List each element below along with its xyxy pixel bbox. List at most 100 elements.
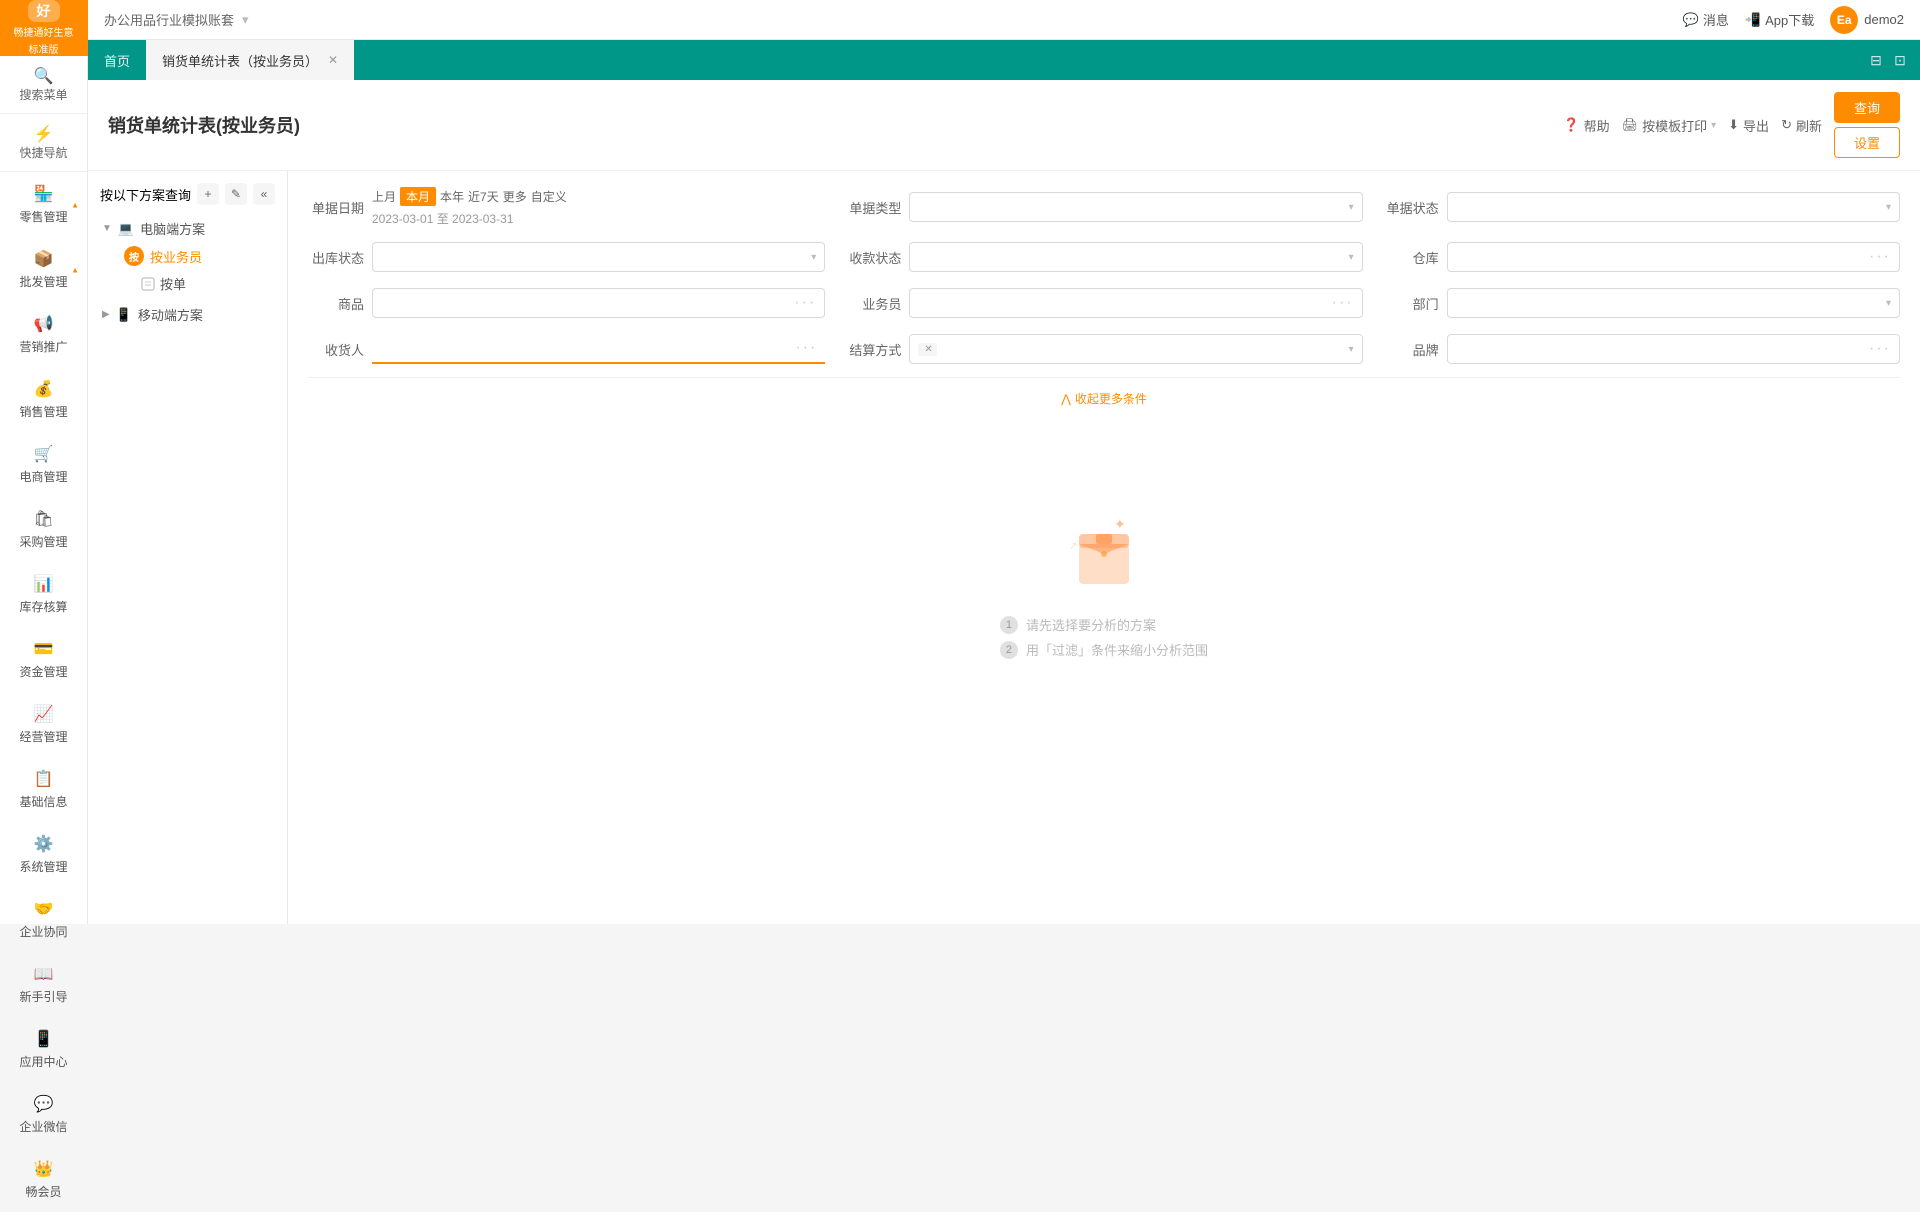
sidebar-item-inventory[interactable]: 📊 库存核算 [0, 562, 87, 627]
collapse-bar[interactable]: ⋀ 收起更多条件 [308, 377, 1900, 419]
operations-label: 经营管理 [19, 728, 67, 745]
enterprise-wechat-label: 企业微信 [19, 1118, 67, 1135]
filter-payment-method: 结算方式 ✕ ▾ [845, 333, 1362, 365]
svg-text:✦: ✦ [1114, 516, 1126, 532]
sidebar-item-enterprise[interactable]: 🤝 企业协同 [0, 887, 87, 952]
minimize-btn[interactable]: ⊟ [1868, 52, 1884, 68]
app-center-icon: 📱 [34, 1029, 54, 1049]
export-btn[interactable]: ⬇ 导出 [1728, 116, 1769, 135]
doc-type-input[interactable]: ▾ [909, 192, 1362, 222]
receipt-status-input[interactable]: ▾ [909, 242, 1362, 272]
export-icon: ⬇ [1728, 117, 1739, 133]
sidebar-quick-nav[interactable]: ⚡ 快捷导航 [0, 114, 87, 172]
tab-close-icon[interactable]: ✕ [328, 53, 338, 67]
collapse-arrow-icon: ⋀ [1061, 392, 1071, 406]
date-current-month[interactable]: 本月 [400, 187, 436, 206]
date-custom[interactable]: 自定义 [531, 188, 567, 205]
filter-doc-type: 单据类型 ▾ [845, 187, 1362, 227]
salesman-scheme[interactable]: 按 按业务员 [96, 242, 279, 270]
salesman-input[interactable]: ··· [909, 288, 1362, 318]
sidebar-item-system[interactable]: ⚙️ 系统管理 [0, 822, 87, 887]
sidebar-item-enterprise-wechat[interactable]: 💬 企业微信 [0, 1082, 87, 1147]
receiver-input[interactable]: ··· [372, 334, 825, 364]
doc-status-input[interactable]: ▾ [1447, 192, 1900, 222]
empty-step-2: 2 用「过滤」条件来缩小分析范围 [1000, 640, 1208, 659]
page-header: 销货单统计表(按业务员) ❓ 帮助 🖨 按模板打印 ▾ ⬇ 导出 ↻ 刷新 [88, 80, 1920, 171]
out-status-input[interactable]: ▾ [372, 242, 825, 272]
date-shortcuts-row: 上月 本月 本年 近7天 更多 自定义 [372, 187, 825, 206]
message-btn[interactable]: 💬 消息 [1683, 10, 1729, 29]
mobile-group-icon: 📱 [116, 307, 132, 323]
mobile-scheme-parent[interactable]: ▶ 📱 移动端方案 [96, 301, 279, 328]
app-center-label: 应用中心 [19, 1053, 67, 1070]
header-actions: 💬 消息 📲 App下载 Ea demo2 [1683, 6, 1904, 34]
sidebar-item-operations[interactable]: 📈 经营管理 [0, 692, 87, 757]
member-icon: 👑 [34, 1159, 54, 1179]
sales-stat-tab-label: 销货单统计表（按业务员） [162, 51, 318, 70]
settings-button[interactable]: 设置 [1834, 127, 1900, 158]
tab-bar: 首页 销货单统计表（按业务员） ✕ ⊟ ⊡ [88, 40, 1920, 80]
refresh-btn[interactable]: ↻ 刷新 [1781, 116, 1822, 135]
pc-scheme-parent[interactable]: ▼ 💻 电脑端方案 [96, 215, 279, 242]
doc-type-arrow: ▾ [1349, 202, 1354, 213]
marketing-icon: 📢 [34, 314, 54, 334]
department-input[interactable]: ▾ [1447, 288, 1900, 318]
page-actions: ❓ 帮助 🖨 按模板打印 ▾ ⬇ 导出 ↻ 刷新 查询 [1563, 92, 1900, 158]
sidebar-item-marketing[interactable]: 📢 营销推广 [0, 302, 87, 367]
filter-doc-status: 单据状态 ▾ [1383, 187, 1900, 227]
filter-brand: 品牌 ··· [1383, 333, 1900, 365]
warehouse-input[interactable]: ··· [1447, 242, 1900, 272]
sidebar-item-app-center[interactable]: 📱 应用中心 [0, 1017, 87, 1082]
help-btn[interactable]: ❓ 帮助 [1563, 116, 1609, 135]
edit-scheme-btn[interactable]: ✎ [225, 183, 247, 205]
payment-method-input[interactable]: ✕ ▾ [909, 334, 1362, 364]
left-panel: 按以下方案查询 + ✎ « ▼ 💻 电脑端方案 [88, 171, 288, 924]
sidebar-item-wholesale[interactable]: 📦 批发管理 [0, 237, 87, 302]
enterprise-label: 企业协同 [19, 923, 67, 940]
filter-out-status: 出库状态 ▾ [308, 241, 825, 273]
maximize-btn[interactable]: ⊡ [1892, 52, 1908, 68]
date-range-text: 2023-03-01 至 2023-03-31 [372, 210, 825, 227]
system-label: 系统管理 [19, 858, 67, 875]
sidebar-item-retail[interactable]: 🏪 零售管理 [0, 172, 87, 237]
clear-payment-method-btn[interactable]: ✕ [924, 344, 932, 355]
receipt-status-label: 收款状态 [845, 248, 901, 267]
pc-group-label: 电脑端方案 [140, 219, 205, 238]
doc-scheme[interactable]: 按单 [96, 270, 279, 297]
brand-dots: ··· [1869, 340, 1891, 358]
salesman-label: 业务员 [845, 294, 901, 313]
sidebar-item-ecommerce[interactable]: 🛒 电商管理 [0, 432, 87, 497]
tab-home[interactable]: 首页 [88, 40, 146, 80]
sidebar-item-newbie[interactable]: 📖 新手引导 [0, 952, 87, 1017]
logo[interactable]: 好 畅捷通好生意 标准版 [0, 0, 88, 56]
add-scheme-btn[interactable]: + [197, 183, 219, 205]
doc-scheme-icon [140, 276, 156, 292]
date-more[interactable]: 更多 [503, 188, 527, 205]
sidebar-item-basic-info[interactable]: 📋 基础信息 [0, 757, 87, 822]
sidebar-item-purchase[interactable]: 🛍 采购管理 [0, 497, 87, 562]
sidebar-item-member[interactable]: 👑 畅会员 [0, 1147, 87, 1212]
date-prev-month[interactable]: 上月 [372, 188, 396, 205]
content-body: 按以下方案查询 + ✎ « ▼ 💻 电脑端方案 [88, 171, 1920, 924]
template-print-btn[interactable]: 🖨 按模板打印 ▾ [1622, 116, 1717, 135]
sidebar-item-sales[interactable]: 💰 销售管理 [0, 367, 87, 432]
user-profile[interactable]: Ea demo2 [1830, 6, 1904, 34]
query-button[interactable]: 查询 [1834, 92, 1900, 123]
tab-sales-stat[interactable]: 销货单统计表（按业务员） ✕ [146, 40, 354, 80]
pc-scheme-group: ▼ 💻 电脑端方案 按 按业务员 按单 [96, 215, 279, 297]
wholesale-icon: 📦 [34, 249, 54, 269]
app-download-label: App下载 [1765, 10, 1814, 29]
date-7days[interactable]: 近7天 [468, 188, 499, 205]
goods-input[interactable]: ··· [372, 288, 825, 318]
step-1-num: 1 [1000, 616, 1018, 634]
date-current-year[interactable]: 本年 [440, 188, 464, 205]
sidebar-item-finance[interactable]: 💳 资金管理 [0, 627, 87, 692]
out-status-arrow: ▾ [811, 252, 816, 263]
sidebar-search[interactable]: 🔍 搜索菜单 [0, 56, 87, 114]
filter-goods: 商品 ··· [308, 287, 825, 319]
brand-input[interactable]: ··· [1447, 334, 1900, 364]
help-icon: ❓ [1563, 117, 1579, 133]
app-download-btn[interactable]: 📲 App下载 [1745, 10, 1814, 29]
user-name: demo2 [1864, 12, 1904, 27]
collapse-panel-btn[interactable]: « [253, 183, 275, 205]
